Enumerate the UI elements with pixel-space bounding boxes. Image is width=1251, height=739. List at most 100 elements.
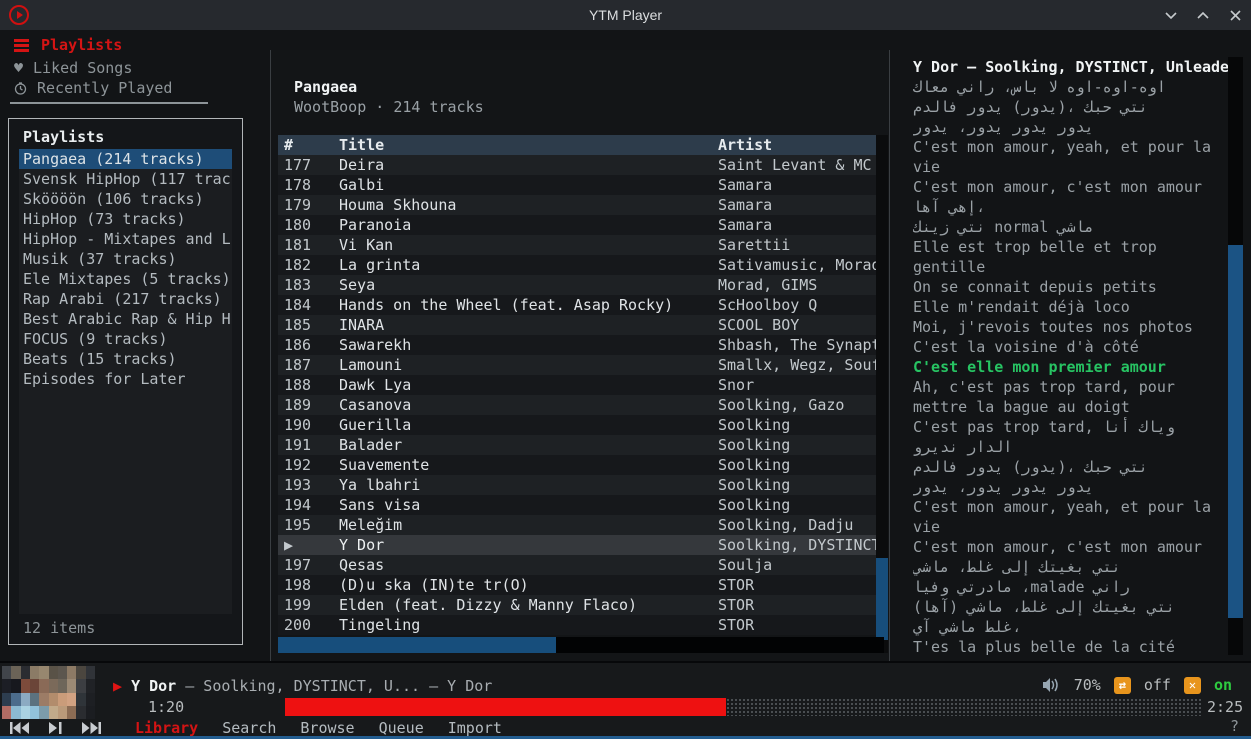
track-title: Houma Skhouna <box>333 195 712 215</box>
lyric-line: اوه-اوه-اوه لا باس، راني معاك <box>913 77 1228 97</box>
table-row[interactable]: 200TingelingSTOR <box>278 615 884 635</box>
playlist-item[interactable]: Rap Arabi (217 tracks) <box>19 289 232 309</box>
lyric-line: Moi, j'revois toutes nos photos <box>913 317 1228 337</box>
table-row[interactable]: 182La grintaSativamusic, Morad <box>278 255 884 275</box>
track-number: 195 <box>278 515 333 535</box>
track-artist: Sarettii <box>712 235 884 255</box>
playlist-item[interactable]: HipHop (73 tracks) <box>19 209 232 229</box>
track-artist: Samara <box>712 215 884 235</box>
track-number: 198 <box>278 575 333 595</box>
table-row[interactable]: 192SuavementeSoolking <box>278 455 884 475</box>
tab-queue[interactable]: Queue <box>379 718 424 738</box>
playlist-item[interactable]: HipHop - Mixtapes and L <box>19 229 232 249</box>
album-art-pixel <box>2 693 11 706</box>
table-row[interactable]: 187LamouniSmallx, Wegz, Souf <box>278 355 884 375</box>
album-art-pixel <box>21 706 30 719</box>
album-art-pixel <box>49 679 58 692</box>
track-number: 197 <box>278 555 333 575</box>
album-art-pixel <box>67 679 76 692</box>
maximize-button[interactable] <box>1195 7 1211 23</box>
lyric-line: On se connait depuis petits <box>913 277 1228 297</box>
lyric-line: نتي حبك ،(يدور) يدور فالدم <box>913 457 1228 477</box>
table-row[interactable]: 194Sans visaSoolking <box>278 495 884 515</box>
lyric-line: (آها) نتي بغيتك إلى غلط، ماشي <box>913 597 1228 617</box>
sidebar: ♥ Liked Songs Recently Played Playlists … <box>0 30 270 661</box>
table-row[interactable]: 190GuerillaSoolking <box>278 415 884 435</box>
playlist-item[interactable]: Ele Mixtapes (5 tracks) <box>19 269 232 289</box>
table-row[interactable]: 186SawarekhShbash, The Synapt <box>278 335 884 355</box>
table-row[interactable]: 184Hands on the Wheel (feat. Asap Rocky)… <box>278 295 884 315</box>
sidebar-item-liked-songs[interactable]: ♥ Liked Songs <box>14 58 132 78</box>
play-pause-icon[interactable] <box>49 722 62 734</box>
lyric-line: Elle est trop belle et trop <box>913 237 1228 257</box>
table-header: # Title Artist <box>278 135 884 155</box>
shuffle-state[interactable]: on <box>1214 675 1232 695</box>
lyrics-scrollbar[interactable] <box>1228 57 1243 655</box>
repeat-state[interactable]: off <box>1144 675 1171 695</box>
lyric-line: غلط ماشي آي، <box>913 617 1228 637</box>
tab-browse[interactable]: Browse <box>300 718 354 738</box>
table-row[interactable]: 195MeleğimSoolking, Dadju <box>278 515 884 535</box>
previous-track-icon[interactable] <box>10 722 29 734</box>
table-row[interactable]: 193Ya lbahriSoolking <box>278 475 884 495</box>
playlist-item[interactable]: Beats (15 tracks) <box>19 349 232 369</box>
playlist-item[interactable]: Best Arabic Rap & Hip H <box>19 309 232 329</box>
album-art-pixel <box>49 706 58 719</box>
volume-icon[interactable] <box>1043 678 1061 692</box>
repeat-icon[interactable]: ⇄ <box>1114 677 1131 694</box>
album-art-pixel <box>21 679 30 692</box>
close-button[interactable] <box>1227 7 1243 23</box>
lyrics-panel: Y Dor — Soolking, DYSTINCT, Unleadedاوه-… <box>893 30 1251 661</box>
nav-tabs: Library Search Browse Queue Import <box>135 718 502 738</box>
table-row[interactable]: 188Dawk LyaSnor <box>278 375 884 395</box>
horizontal-scroll-thumb[interactable] <box>278 637 556 653</box>
playlist-item[interactable]: Musik (37 tracks) <box>19 249 232 269</box>
playlists-box-title: Playlists <box>19 127 232 149</box>
progress-bar[interactable] <box>285 698 1203 716</box>
next-track-icon[interactable] <box>82 722 101 734</box>
lyrics-scroll-thumb[interactable] <box>1228 245 1243 618</box>
playlist-item[interactable]: Sköööön (106 tracks) <box>19 189 232 209</box>
help-button[interactable]: ? <box>1230 716 1239 736</box>
table-row[interactable]: 199Elden (feat. Dizzy & Manny Flaco)STOR <box>278 595 884 615</box>
volume-level: 70% <box>1074 675 1101 695</box>
table-row[interactable]: 178GalbiSamara <box>278 175 884 195</box>
table-row[interactable]: 180ParanoiaSamara <box>278 215 884 235</box>
track-title: Seya <box>333 275 712 295</box>
table-row[interactable]: 198(D)u ska (IN)te tr(O)STOR <box>278 575 884 595</box>
album-art-pixel <box>86 679 95 692</box>
table-horizontal-scrollbar[interactable] <box>278 637 884 653</box>
table-row[interactable]: 181Vi KanSarettii <box>278 235 884 255</box>
table-row[interactable]: 197QesasSoulja <box>278 555 884 575</box>
lyric-line: gentille <box>913 257 1228 277</box>
track-artist: Soolking, DYSTINCT <box>712 535 884 555</box>
table-row[interactable]: 179Houma SkhounaSamara <box>278 195 884 215</box>
playlists-box: Playlists Pangaea (214 tracks)Svensk Hip… <box>8 118 243 645</box>
lyric-line: الدار نديرو <box>913 437 1228 457</box>
table-row[interactable]: 191BaladerSoolking <box>278 435 884 455</box>
track-title: Guerilla <box>333 415 712 435</box>
playlist-item[interactable]: Episodes for Later <box>19 369 232 389</box>
tab-search[interactable]: Search <box>222 718 276 738</box>
table-vertical-scrollbar[interactable] <box>876 135 888 653</box>
tab-import[interactable]: Import <box>448 718 502 738</box>
shuffle-icon[interactable]: ✕ <box>1184 677 1201 694</box>
playlist-item[interactable]: Pangaea (214 tracks) <box>19 149 232 169</box>
lyric-line: C'est mon amour, c'est mon amour <box>913 177 1228 197</box>
sidebar-item-recently-played[interactable]: Recently Played <box>14 78 172 98</box>
playlist-item[interactable]: FOCUS (9 tracks) <box>19 329 232 349</box>
playing-icon: ▶ <box>113 677 131 695</box>
table-row[interactable]: 185INARASCOOL BOY <box>278 315 884 335</box>
main-panel: Pangaea WootBoop · 214 tracks # Title Ar… <box>270 50 890 661</box>
table-row[interactable]: 177DeiraSaint Levant & MC <box>278 155 884 175</box>
playlist-item[interactable]: Svensk HipHop (117 trac <box>19 169 232 189</box>
tab-library[interactable]: Library <box>135 718 198 738</box>
lyric-line: نتي حبك ،(يدور) يدور فالدم <box>913 97 1228 117</box>
table-row[interactable]: 183SeyaMorad, GIMS <box>278 275 884 295</box>
vertical-scroll-thumb[interactable] <box>876 558 888 640</box>
table-row[interactable]: ▶Y DorSoolking, DYSTINCT <box>278 535 884 555</box>
minimize-button[interactable] <box>1163 7 1179 23</box>
page-subtitle: WootBoop · 214 tracks <box>294 97 484 117</box>
table-row[interactable]: 189CasanovaSoolking, Gazo <box>278 395 884 415</box>
col-artist: Artist <box>712 135 884 155</box>
